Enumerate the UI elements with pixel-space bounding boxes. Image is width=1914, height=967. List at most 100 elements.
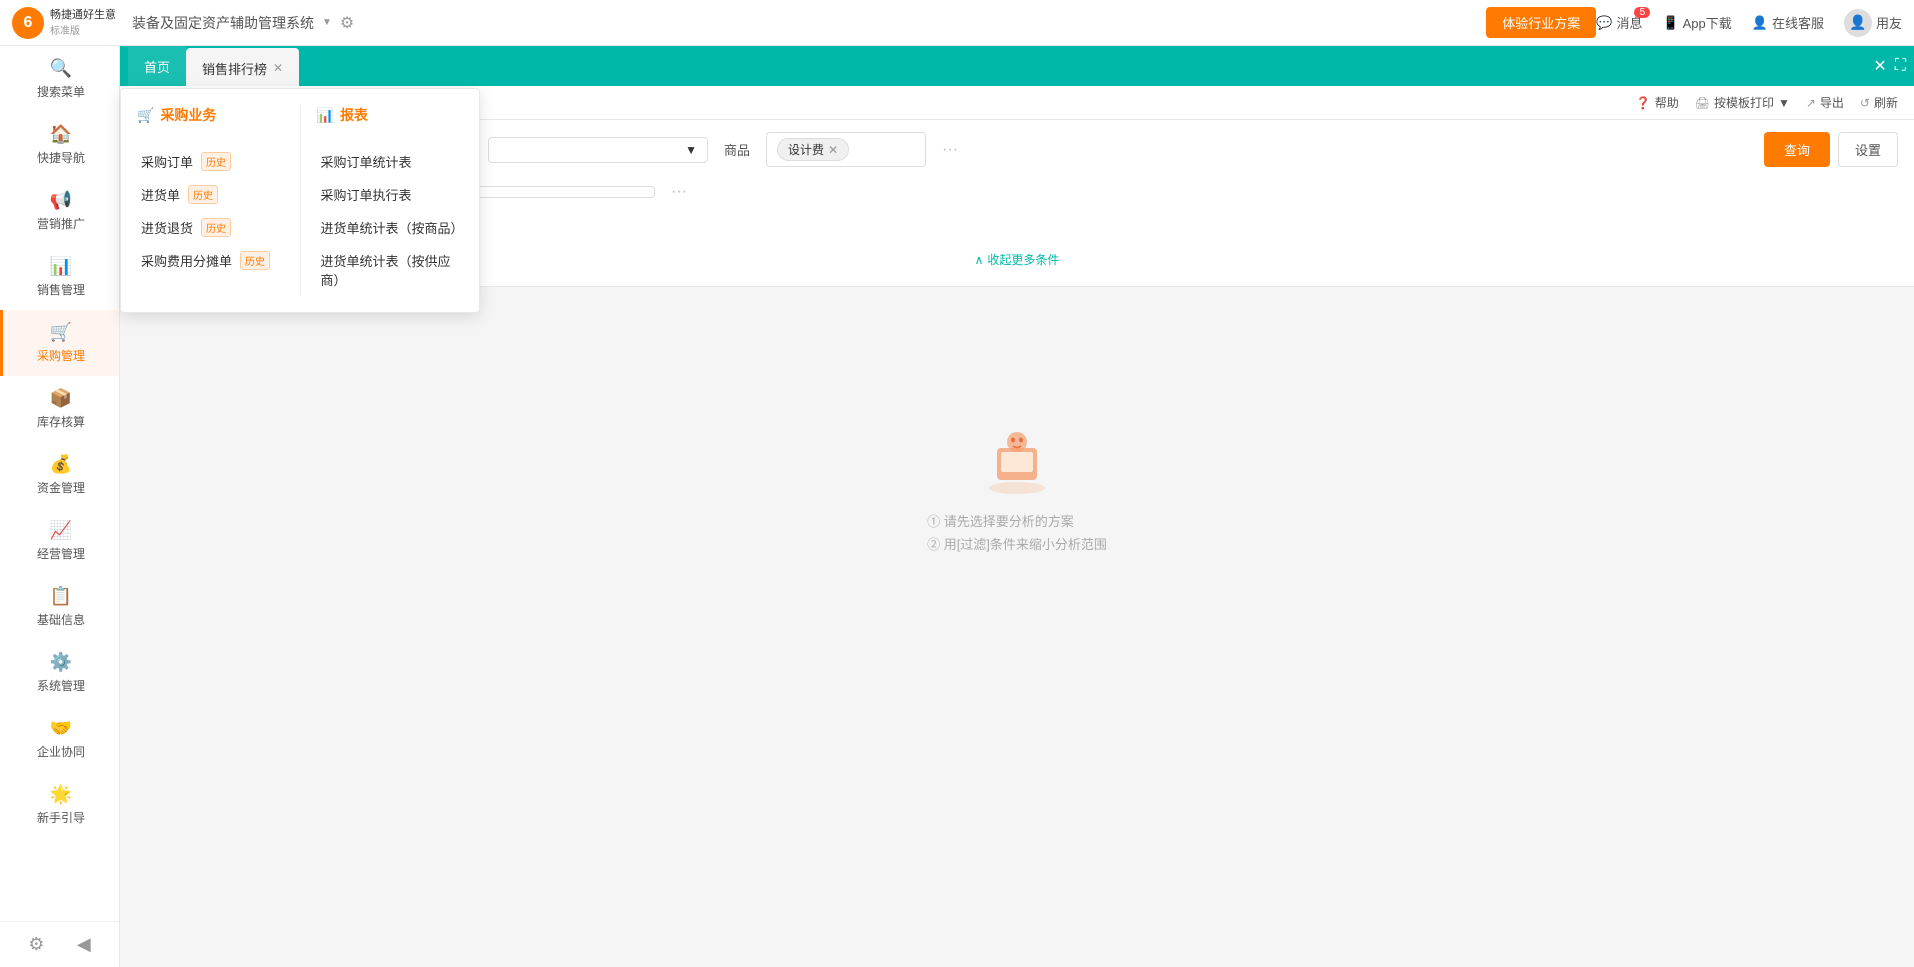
goods-tag-close[interactable]: ✕: [828, 143, 838, 157]
query-btn[interactable]: 查询: [1764, 132, 1830, 167]
finance-icon: 💰: [50, 454, 72, 475]
tab-bar-right: ✕ ⛶: [1873, 56, 1906, 76]
print-template-btn[interactable]: 🖨 按模板打印 ▼: [1695, 94, 1790, 111]
dropdown-cols: 🛒 采购业务 采购订单 历史 进货单 历史 进货退货 历史 采购费用分摊单 历史: [137, 105, 463, 296]
action-btns: 查询 设置: [1764, 132, 1898, 167]
tab-bar: 首页 销售排行榜 ✕ ✕ ⛶: [120, 46, 1914, 86]
system-icon: ⚙️: [50, 652, 72, 673]
dropdown-item-purchase-order[interactable]: 采购订单 历史: [137, 145, 284, 178]
logo-area: 6 畅捷通好生意 标准版: [12, 7, 132, 39]
company-icon: 🤝: [50, 718, 72, 739]
industry-btn[interactable]: 体验行业方案: [1486, 7, 1596, 38]
help-icon: ❓: [1636, 96, 1651, 110]
top-bar: 6 畅捷通好生意 标准版 装备及固定资产辅助管理系统 ▼ ⚙ 体验行业方案 💬 …: [0, 0, 1914, 46]
tab-sales-rank[interactable]: 销售排行榜 ✕: [186, 48, 299, 88]
dropdown-item-report-2[interactable]: 进货单统计表（按商品）: [317, 211, 464, 244]
newbie-icon: 🌟: [50, 784, 72, 805]
voucher-status-arrow: ▼: [685, 143, 697, 157]
sidebar-item-purchase[interactable]: 🛒 采购管理: [0, 310, 119, 376]
basicinfo-icon: 📋: [50, 586, 72, 607]
dropdown-item-report-0[interactable]: 采购订单统计表: [317, 145, 464, 178]
sidebar: 🔍 搜索菜单 🏠 快捷导航 📢 营销推广 📊 销售管理 🛒 采购管理 📦 库存核…: [0, 46, 120, 967]
sidebar-item-newbie[interactable]: 🌟 新手引导: [0, 772, 119, 838]
sidebar-item-finance[interactable]: 💰 资金管理: [0, 442, 119, 508]
goods-input[interactable]: 设计费 ✕: [766, 132, 926, 167]
voucher-status-select[interactable]: ▼: [488, 137, 708, 163]
tab-expand-icon[interactable]: ⛶: [1895, 57, 1906, 75]
service-icon: 👤: [1752, 15, 1768, 31]
help-btn[interactable]: ❓ 帮助: [1636, 94, 1679, 111]
top-right-area: 💬 消息 5 📱 App下载 👤 在线客服 👤 用友: [1596, 9, 1902, 37]
phone-icon: 📱: [1662, 15, 1678, 31]
settings-btn[interactable]: 设置: [1838, 132, 1898, 167]
empty-state: ① 请先选择要分析的方案 ② 用[过滤]条件来缩小分析范围: [120, 287, 1914, 687]
report-col-icon: 📊: [317, 107, 334, 124]
logo-name: 畅捷通好生意: [50, 8, 116, 22]
purchase-col-header: 🛒 采购业务: [137, 105, 284, 133]
dropdown-item-purchase-expense[interactable]: 采购费用分摊单 历史: [137, 244, 284, 277]
settings-bottom-icon[interactable]: ⚙: [28, 934, 44, 955]
col-divider: [300, 105, 301, 296]
sidebar-item-sales[interactable]: 📊 销售管理: [0, 244, 119, 310]
logo-badge: 标准版: [50, 22, 116, 37]
dropdown-report-col: 📊 报表 采购订单统计表 采购订单执行表 进货单统计表（按商品） 进货单统计表（…: [317, 105, 464, 296]
hist-badge-2: 历史: [201, 218, 231, 237]
message-icon: 💬: [1596, 15, 1612, 31]
sidebar-item-stock[interactable]: 📦 库存核算: [0, 376, 119, 442]
system-dropdown-arrow[interactable]: ▼: [322, 17, 332, 28]
home-icon: 🏠: [50, 124, 72, 145]
system-title-text: 装备及固定资产辅助管理系统: [132, 13, 314, 33]
sidebar-item-search[interactable]: 🔍 搜索菜单: [0, 46, 119, 112]
goods-label: 商品: [724, 140, 750, 159]
sidebar-item-guide[interactable]: 🏠 快捷导航: [0, 112, 119, 178]
goods-more-icon[interactable]: ···: [942, 141, 958, 159]
app-download-btn[interactable]: 📱 App下载: [1662, 13, 1731, 32]
tab-close-all-icon[interactable]: ✕: [1873, 56, 1886, 76]
collapse-up-icon: ∧: [975, 253, 984, 267]
sales-icon: 📊: [50, 256, 72, 277]
dropdown-menu: 🛒 采购业务 采购订单 历史 进货单 历史 进货退货 历史 采购费用分摊单 历史: [120, 88, 480, 313]
print-dropdown-icon: ▼: [1778, 96, 1790, 110]
sidebar-item-system[interactable]: ⚙️ 系统管理: [0, 640, 119, 706]
message-btn[interactable]: 💬 消息 5: [1596, 13, 1642, 32]
sidebar-bottom: ⚙ ◀: [0, 921, 119, 967]
refresh-btn[interactable]: ↺ 刷新: [1860, 94, 1898, 111]
purchase-col-icon: 🛒: [137, 107, 154, 124]
export-btn[interactable]: ↗ 导出: [1806, 94, 1844, 111]
salesperson-input[interactable]: [455, 186, 655, 198]
salesperson-more-icon[interactable]: ···: [671, 183, 687, 201]
system-title-area: 装备及固定资产辅助管理系统 ▼ ⚙: [132, 13, 1486, 33]
dropdown-item-purchase-return[interactable]: 进货退货 历史: [137, 211, 284, 244]
dropdown-purchase-col: 🛒 采购业务 采购订单 历史 进货单 历史 进货退货 历史 采购费用分摊单 历史: [137, 105, 284, 296]
system-settings-icon[interactable]: ⚙: [340, 13, 354, 33]
stock-icon: 📦: [50, 388, 72, 409]
tab-home[interactable]: 首页: [128, 46, 186, 86]
online-service-btn[interactable]: 👤 在线客服: [1752, 13, 1824, 32]
sidebar-item-operation[interactable]: 📈 经营管理: [0, 508, 119, 574]
operation-icon: 📈: [50, 520, 72, 541]
sidebar-item-marketing[interactable]: 📢 营销推广: [0, 178, 119, 244]
dropdown-item-report-3[interactable]: 进货单统计表（按供应商）: [317, 244, 464, 296]
tab-close-icon[interactable]: ✕: [273, 61, 283, 75]
dropdown-item-report-1[interactable]: 采购订单执行表: [317, 178, 464, 211]
logo-icon: 6: [12, 7, 44, 39]
search-icon: 🔍: [50, 58, 72, 79]
sidebar-item-basicinfo[interactable]: 📋 基础信息: [0, 574, 119, 640]
hist-badge-1: 历史: [188, 185, 218, 204]
refresh-icon: ↺: [1860, 96, 1870, 110]
collapse-icon[interactable]: ◀: [77, 934, 91, 955]
goods-tag: 设计费 ✕: [777, 138, 849, 161]
dropdown-item-purchase-receipt[interactable]: 进货单 历史: [137, 178, 284, 211]
hist-badge-3: 历史: [240, 251, 270, 270]
export-icon: ↗: [1806, 96, 1816, 110]
report-col-header: 📊 报表: [317, 105, 464, 133]
print-icon: 🖨: [1695, 96, 1710, 110]
empty-tips: ① 请先选择要分析的方案 ② 用[过滤]条件来缩小分析范围: [927, 510, 1107, 557]
message-badge: 5: [1634, 7, 1650, 18]
user-avatar: 👤: [1844, 9, 1872, 37]
sidebar-item-company[interactable]: 🤝 企业协同: [0, 706, 119, 772]
user-btn[interactable]: 👤 用友: [1844, 9, 1902, 37]
purchase-icon: 🛒: [50, 322, 72, 343]
marketing-icon: 📢: [50, 190, 72, 211]
empty-illustration: [977, 418, 1057, 498]
